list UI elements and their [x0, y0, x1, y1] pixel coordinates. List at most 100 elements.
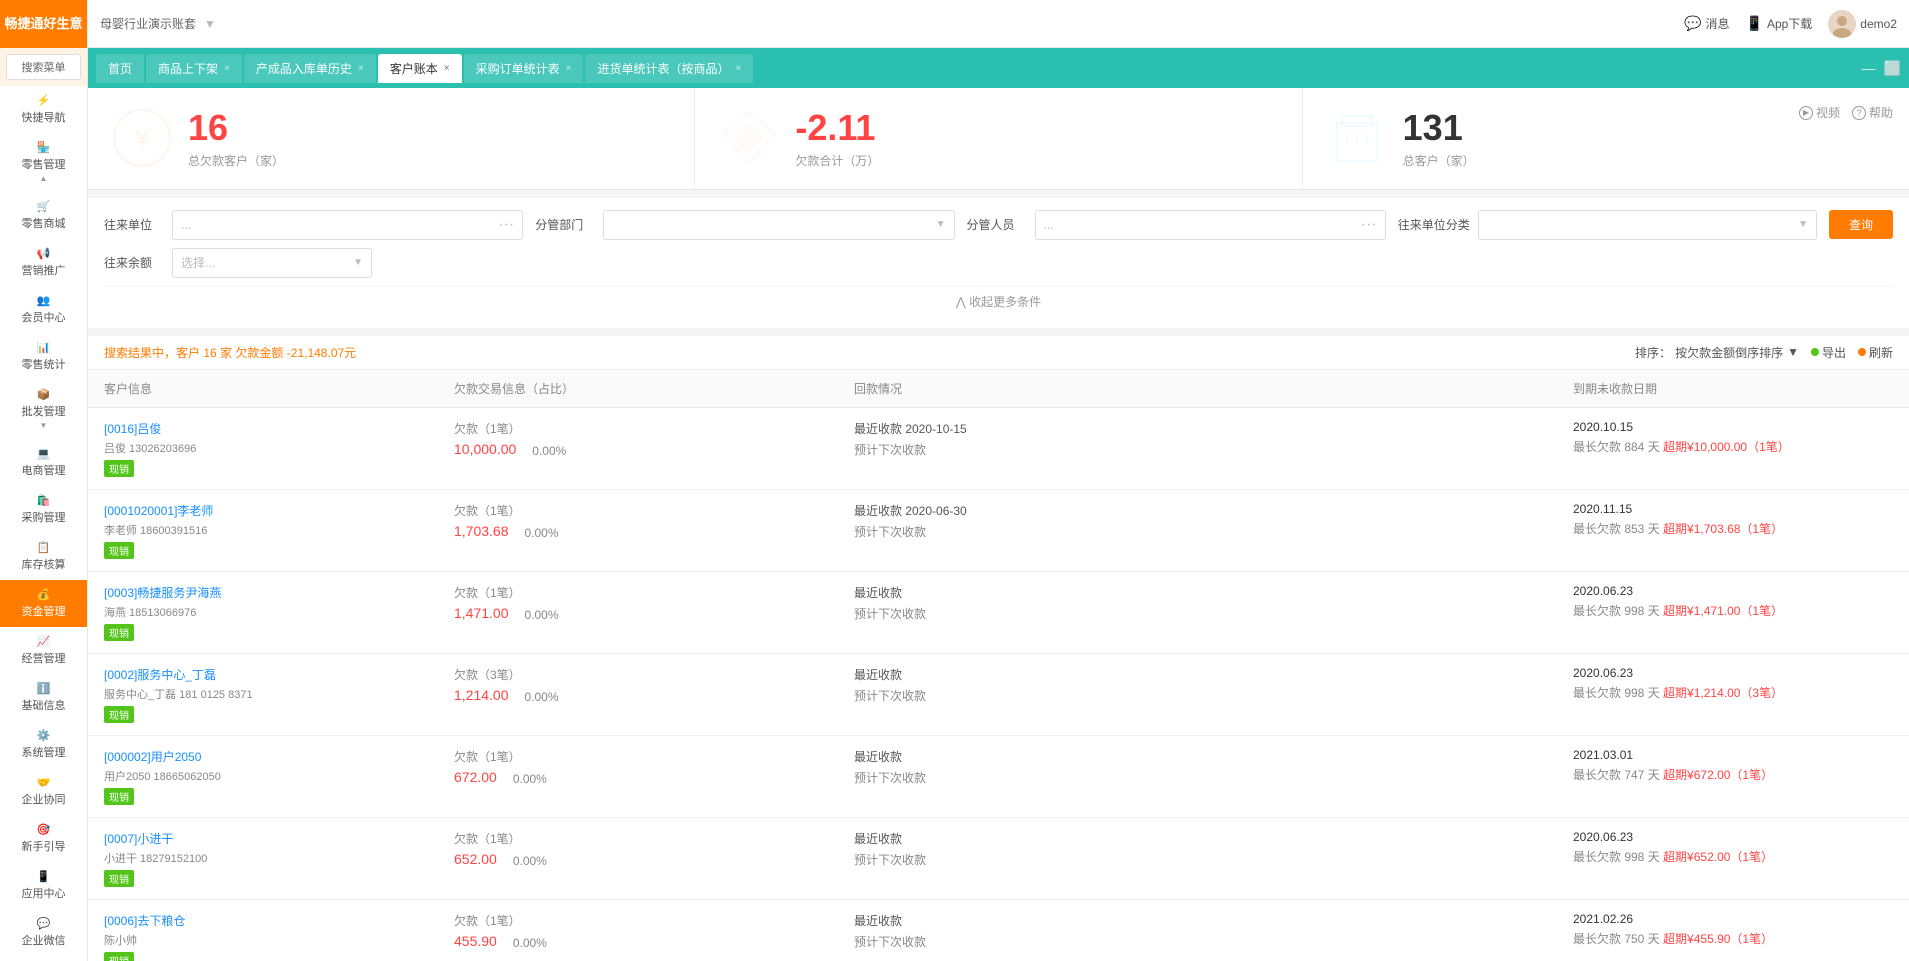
- customer-name-6[interactable]: [0006]去下粮仓: [104, 912, 454, 929]
- filter-collapse-btn[interactable]: ⋀ 收起更多条件: [104, 286, 1893, 316]
- overdue-link-5[interactable]: 超期¥652.00（1笔）: [1663, 850, 1773, 864]
- sidebar-item-system-mgmt-label: 系统管理: [4, 744, 83, 760]
- refresh-btn[interactable]: 刷新: [1858, 344, 1893, 361]
- debt-info-2: 欠款（1笔） 1,471.00 0.00%: [454, 584, 854, 625]
- filter-balance-select[interactable]: 选择... ▼: [172, 248, 372, 278]
- sort-selector[interactable]: 排序： 按欠款金额倒序排序 ▼: [1635, 344, 1799, 361]
- debt-info-4: 欠款（1笔） 672.00 0.00%: [454, 748, 854, 789]
- debt-amount-2[interactable]: 1,471.00: [454, 605, 509, 621]
- customer-name-3[interactable]: [0002]服务中心_丁磊: [104, 666, 454, 683]
- sidebar-item-batch-mgmt-label: 批发管理: [4, 403, 83, 419]
- tab-product-listing-close[interactable]: ×: [224, 63, 230, 74]
- debt-amount-3[interactable]: 1,214.00: [454, 687, 509, 703]
- tab-production-history-label: 产成品入库单历史: [256, 60, 352, 77]
- sidebar-item-finance-mgmt[interactable]: 💰 资金管理: [0, 580, 87, 627]
- debt-amount-1[interactable]: 1,703.68: [454, 523, 509, 539]
- ecommerce-icon: 💻: [37, 448, 51, 460]
- debt-amount-5[interactable]: 652.00: [454, 851, 497, 867]
- sidebar-item-member-center[interactable]: 👥 会员中心: [0, 286, 87, 333]
- sidebar-item-batch-mgmt[interactable]: 📦 批发管理 ▼: [0, 380, 87, 439]
- overdue-link-3[interactable]: 超期¥1,214.00（3笔）: [1663, 686, 1783, 700]
- sidebar-item-retail-stats[interactable]: 📊 零售统计: [0, 333, 87, 380]
- video-btn[interactable]: ▶ 视频: [1799, 104, 1840, 121]
- customer-name-4[interactable]: [000002]用户2050: [104, 748, 454, 765]
- tab-purchase-stats[interactable]: 进货单统计表（按商品） ×: [585, 54, 753, 83]
- debt-percent-5: 0.00%: [513, 854, 547, 868]
- overdue-date-1: 2020.11.15: [1573, 502, 1893, 516]
- sidebar-item-enterprise-collab[interactable]: 🤝 企业协同: [0, 768, 87, 815]
- sidebar-item-newbie-guide[interactable]: 🎯 新手引导: [0, 815, 87, 862]
- sidebar-item-retail-mgmt[interactable]: 🏪 零售管理 ▲: [0, 133, 87, 192]
- sidebar-item-ecommerce[interactable]: 💻 电商管理: [0, 439, 87, 486]
- sidebar-item-premium-member[interactable]: ⭐ 畅会员: [0, 956, 87, 961]
- app-download-btn[interactable]: 📱 App下载: [1746, 15, 1813, 32]
- user-name: demo2: [1860, 17, 1897, 31]
- export-btn[interactable]: 导出: [1811, 344, 1846, 361]
- sidebar-item-purchase-mgmt[interactable]: 🛍️ 采购管理: [0, 486, 87, 533]
- overdue-link-1[interactable]: 超期¥1,703.68（1笔）: [1663, 522, 1783, 536]
- stats-bar: ¥ 16 总欠款客户（家） -2.11 欠款合计（万）: [88, 88, 1909, 190]
- sidebar-item-basic-info[interactable]: ℹ️ 基础信息: [0, 674, 87, 721]
- debt-amount-0[interactable]: 10,000.00: [454, 441, 516, 457]
- inventory-icon: 📋: [37, 542, 51, 554]
- sidebar-item-marketing[interactable]: 📢 营销推广: [0, 239, 87, 286]
- filter-source-unit-label: 往来单位: [104, 216, 164, 233]
- user-menu-btn[interactable]: demo2: [1828, 10, 1897, 38]
- debt-amount-4[interactable]: 672.00: [454, 769, 497, 785]
- help-btn[interactable]: ? 帮助: [1852, 104, 1893, 121]
- filter-department-label: 分管部门: [535, 216, 595, 233]
- minimize-btn[interactable]: —: [1862, 60, 1876, 77]
- recovery-last-5: 最近收款: [854, 830, 1573, 847]
- search-button[interactable]: 查询: [1829, 210, 1893, 239]
- debt-count-0: 欠款（1笔）: [454, 420, 854, 437]
- tab-customer-account[interactable]: 客户账本 ×: [378, 54, 462, 83]
- overdue-link-6[interactable]: 超期¥455.90（1笔）: [1663, 932, 1773, 946]
- overdue-link-0[interactable]: 超期¥10,000.00（1笔）: [1663, 440, 1790, 454]
- recovery-next-3: 预计下次收款: [854, 687, 1573, 704]
- sidebar-item-system-mgmt[interactable]: ⚙️ 系统管理: [0, 721, 87, 768]
- tab-product-listing[interactable]: 商品上下架 ×: [146, 54, 242, 83]
- tab-home[interactable]: 首页: [96, 54, 144, 83]
- filter-department-select[interactable]: ▼: [603, 210, 954, 240]
- filter-source-unit-input[interactable]: ... ···: [172, 210, 523, 240]
- company-chevron-icon: ▼: [204, 17, 216, 31]
- stat-overdue-amount-info: -2.11 欠款合计（万）: [795, 108, 1277, 169]
- sidebar-item-biz-mgmt[interactable]: 📈 经营管理: [0, 627, 87, 674]
- export-dot-icon: [1811, 348, 1819, 356]
- maximize-btn[interactable]: ⬜: [1884, 60, 1901, 77]
- sidebar-item-inventory[interactable]: 📋 库存核算: [0, 533, 87, 580]
- filter-manager-input[interactable]: ... ···: [1035, 210, 1386, 240]
- sidebar-item-app-center[interactable]: 📱 应用中心: [0, 862, 87, 909]
- customer-name-1[interactable]: [0001020001]李老师: [104, 502, 454, 519]
- sidebar-item-finance-mgmt-label: 资金管理: [4, 603, 83, 619]
- customer-name-0[interactable]: [0016]吕俊: [104, 420, 454, 437]
- sidebar-item-quick-nav[interactable]: ⚡ 快捷导航: [0, 86, 87, 133]
- tab-purchase-order-close[interactable]: ×: [566, 63, 572, 74]
- message-btn[interactable]: 💬 消息: [1684, 15, 1729, 32]
- tab-production-history[interactable]: 产成品入库单历史 ×: [244, 54, 376, 83]
- customer-name-2[interactable]: [0003]畅捷服务尹海燕: [104, 584, 454, 601]
- table-row: [0007]小进干 小进干 18279152100 现销 欠款（1笔） 652.…: [88, 818, 1909, 900]
- filter-unit-category: 往来单位分类 ▼: [1398, 210, 1817, 240]
- tab-purchase-stats-close[interactable]: ×: [735, 63, 741, 74]
- tab-production-history-close[interactable]: ×: [358, 63, 364, 74]
- tab-home-label: 首页: [108, 60, 132, 77]
- sidebar-item-retail-mall[interactable]: 🛒 零售商城: [0, 192, 87, 239]
- overdue-link-4[interactable]: 超期¥672.00（1笔）: [1663, 768, 1773, 782]
- debt-count-1: 欠款（1笔）: [454, 502, 854, 519]
- overdue-link-2[interactable]: 超期¥1,471.00（1笔）: [1663, 604, 1783, 618]
- filter-unit-category-select[interactable]: ▼: [1478, 210, 1817, 240]
- customer-name-5[interactable]: [0007]小进干: [104, 830, 454, 847]
- overdue-info-6: 2021.02.26 最长欠款 750 天 超期¥455.90（1笔）: [1573, 912, 1893, 947]
- tab-customer-account-label: 客户账本: [390, 60, 438, 77]
- export-label: 导出: [1822, 344, 1846, 361]
- topbar: 母婴行业演示账套 ▼ 💬 消息 📱 App下载 demo: [88, 0, 1909, 48]
- recovery-last-1: 最近收款 2020-06-30: [854, 502, 1573, 519]
- newbie-guide-icon: 🎯: [37, 824, 51, 836]
- tab-customer-account-close[interactable]: ×: [444, 63, 450, 74]
- filter-panel: 往来单位 ... ··· 分管部门 ▼ 分管人员 ...: [88, 198, 1909, 328]
- tab-purchase-order[interactable]: 采购订单统计表 ×: [464, 54, 584, 83]
- debt-amount-6[interactable]: 455.90: [454, 933, 497, 949]
- search-menu-btn[interactable]: 搜索菜单: [6, 54, 81, 80]
- sidebar-item-enterprise-wechat[interactable]: 💬 企业微信: [0, 909, 87, 956]
